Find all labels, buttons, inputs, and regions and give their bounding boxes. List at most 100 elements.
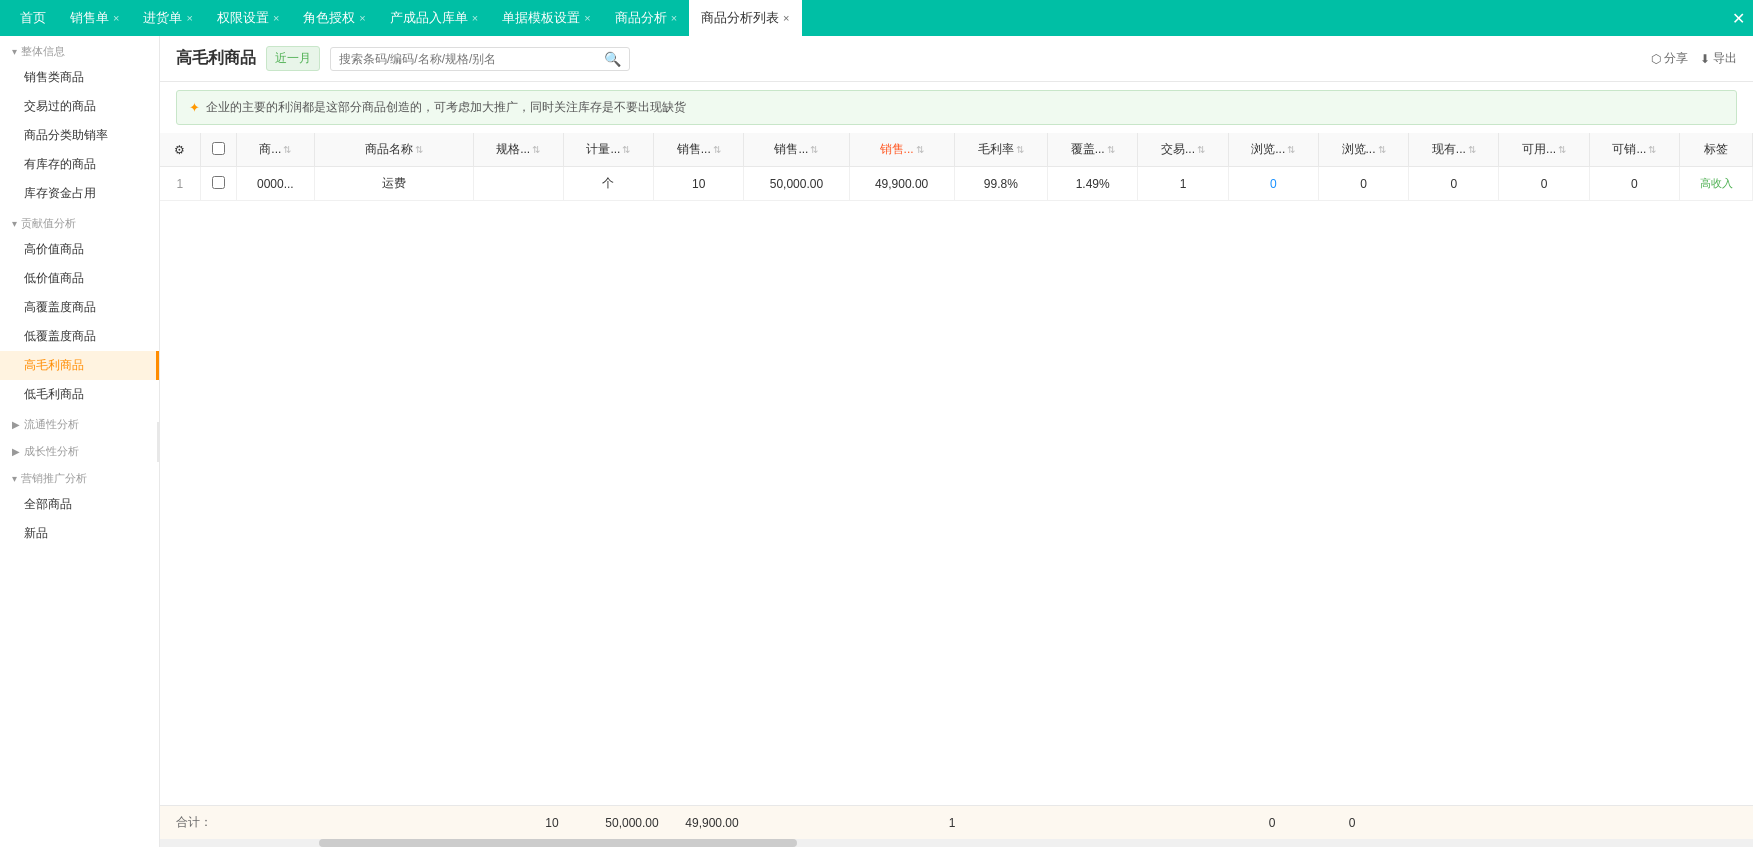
content-area: 高毛利商品 近一月 🔍 ⬡ 分享 ⬇ 导出 ✦ 企业的主要的利润都是这部分商品创… xyxy=(160,36,1753,847)
footer-sales-count: 10 xyxy=(512,816,592,830)
sidebar-toggle[interactable]: ◀ xyxy=(157,422,160,462)
cell-name: 运费 xyxy=(315,167,473,201)
col-available-stock[interactable]: 可用...⇅ xyxy=(1499,133,1589,167)
col-sales-count[interactable]: 销售...⇅ xyxy=(654,133,744,167)
sidebar-item-in-stock[interactable]: 有库存的商品 xyxy=(0,150,159,179)
content-header: 高毛利商品 近一月 🔍 ⬡ 分享 ⬇ 导出 xyxy=(160,36,1753,82)
scrollbar-thumb[interactable] xyxy=(319,839,797,847)
sidebar-item-new-goods[interactable]: 新品 xyxy=(0,519,159,548)
sidebar-item-traded-goods[interactable]: 交易过的商品 xyxy=(0,92,159,121)
col-gross-margin[interactable]: 毛利率⇅ xyxy=(954,133,1047,167)
sidebar-item-high-value[interactable]: 高价值商品 xyxy=(0,235,159,264)
sidebar-group-contribution[interactable]: ▾ 贡献值分析 xyxy=(0,208,159,235)
col-browse2[interactable]: 浏览...⇅ xyxy=(1318,133,1408,167)
sidebar-group-marketing[interactable]: ▾ 营销推广分析 xyxy=(0,463,159,490)
sidebar-item-low-value[interactable]: 低价值商品 xyxy=(0,264,159,293)
close-all-icon: ✕ xyxy=(1732,9,1745,28)
sidebar-group-growth[interactable]: ▶ 成长性分析 xyxy=(0,436,159,463)
search-input[interactable] xyxy=(339,52,604,66)
cell-transaction: 1 xyxy=(1138,167,1228,201)
filter-recent-month-button[interactable]: 近一月 xyxy=(266,46,320,71)
col-browse1[interactable]: 浏览...⇅ xyxy=(1228,133,1318,167)
sort-icon-browse1: ⇅ xyxy=(1287,144,1295,155)
info-icon: ✦ xyxy=(189,100,200,115)
nav-home[interactable]: 首页 xyxy=(8,0,58,36)
nav-product-analysis-list[interactable]: 商品分析列表 × xyxy=(689,0,801,36)
data-table: ⚙ 商...⇅ 商品名称⇅ 规格...⇅ xyxy=(160,133,1753,201)
col-saleable-stock[interactable]: 可销...⇅ xyxy=(1589,133,1679,167)
sidebar-group-liquidity[interactable]: ▶ 流通性分析 xyxy=(0,409,159,436)
close-all-button[interactable]: ✕ xyxy=(1732,9,1745,28)
export-button[interactable]: ⬇ 导出 xyxy=(1700,50,1737,67)
browse1-link[interactable]: 0 xyxy=(1270,177,1277,191)
col-checkbox xyxy=(200,133,236,167)
table-footer: 合计： 10 50,000.00 49,900.00 1 0 0 xyxy=(160,805,1753,839)
table-body: 1 0000... 运费 个 10 50,000.00 49,900.00 99… xyxy=(160,167,1753,201)
nav-sales[interactable]: 销售单 × xyxy=(58,0,131,36)
nav-sales-close[interactable]: × xyxy=(113,12,119,24)
sidebar-item-stock-capital[interactable]: 库存资金占用 xyxy=(0,179,159,208)
nav-product-analysis-close[interactable]: × xyxy=(671,12,677,24)
sort-icon-sales-profit: ⇅ xyxy=(916,144,924,155)
page-title: 高毛利商品 xyxy=(176,48,256,69)
cell-sales-count: 10 xyxy=(654,167,744,201)
sort-icon-code: ⇅ xyxy=(283,144,291,155)
nav-template[interactable]: 单据模板设置 × xyxy=(490,0,602,36)
nav-product-analysis-list-close[interactable]: × xyxy=(783,12,789,24)
settings-icon[interactable]: ⚙ xyxy=(174,143,185,157)
sidebar-item-high-coverage[interactable]: 高覆盖度商品 xyxy=(0,293,159,322)
nav-product-analysis[interactable]: 商品分析 × xyxy=(603,0,689,36)
sort-icon-spec: ⇅ xyxy=(532,144,540,155)
sort-icon-current-stock: ⇅ xyxy=(1468,144,1476,155)
cell-coverage: 1.49% xyxy=(1048,167,1138,201)
sidebar-item-low-margin[interactable]: 低毛利商品 xyxy=(0,380,159,409)
cell-sales-amount: 50,000.00 xyxy=(744,167,849,201)
sidebar-item-category-rate[interactable]: 商品分类助销率 xyxy=(0,121,159,150)
nav-permissions-close[interactable]: × xyxy=(273,12,279,24)
nav-roles-close[interactable]: × xyxy=(359,12,365,24)
search-icon[interactable]: 🔍 xyxy=(604,51,621,67)
col-coverage[interactable]: 覆盖...⇅ xyxy=(1048,133,1138,167)
nav-roles[interactable]: 角色授权 × xyxy=(291,0,377,36)
col-code[interactable]: 商...⇅ xyxy=(236,133,315,167)
nav-purchase[interactable]: 进货单 × xyxy=(131,0,204,36)
row-checkbox[interactable] xyxy=(212,176,225,189)
footer-cell-spacer xyxy=(232,816,512,830)
sidebar-item-sales-goods[interactable]: 销售类商品 xyxy=(0,63,159,92)
group-arrow-marketing: ▾ xyxy=(12,473,17,484)
share-button[interactable]: ⬡ 分享 xyxy=(1651,50,1688,67)
sidebar: ◀ ▾ 整体信息 销售类商品 交易过的商品 商品分类助销率 有库存的商品 库存资… xyxy=(0,36,160,847)
group-arrow-liquidity: ▶ xyxy=(12,419,20,430)
group-arrow-overall: ▾ xyxy=(12,46,17,57)
cell-checkbox xyxy=(200,167,236,201)
nav-template-close[interactable]: × xyxy=(584,12,590,24)
cell-saleable-stock: 0 xyxy=(1589,167,1679,201)
sidebar-item-all-goods[interactable]: 全部商品 xyxy=(0,490,159,519)
nav-purchase-close[interactable]: × xyxy=(186,12,192,24)
nav-finished-goods[interactable]: 产成品入库单 × xyxy=(378,0,490,36)
horizontal-scrollbar[interactable] xyxy=(160,839,1753,847)
col-settings: ⚙ xyxy=(160,133,200,167)
col-transaction[interactable]: 交易...⇅ xyxy=(1138,133,1228,167)
col-sales-profit[interactable]: 销售...⇅ xyxy=(849,133,954,167)
footer-browse2-spacer xyxy=(1072,816,1152,830)
col-unit[interactable]: 计量...⇅ xyxy=(563,133,653,167)
col-name[interactable]: 商品名称⇅ xyxy=(315,133,473,167)
sidebar-item-low-coverage[interactable]: 低覆盖度商品 xyxy=(0,322,159,351)
nav-finished-goods-close[interactable]: × xyxy=(472,12,478,24)
sidebar-item-high-margin[interactable]: 高毛利商品 xyxy=(0,351,159,380)
footer-saleable-stock: 0 xyxy=(1312,816,1392,830)
select-all-checkbox[interactable] xyxy=(212,142,225,155)
sort-icon-name: ⇅ xyxy=(415,144,423,155)
cell-spec xyxy=(473,167,563,201)
col-current-stock[interactable]: 现有...⇅ xyxy=(1409,133,1499,167)
search-box: 🔍 xyxy=(330,47,630,71)
col-spec[interactable]: 规格...⇅ xyxy=(473,133,563,167)
footer-cells: 10 50,000.00 49,900.00 1 0 0 xyxy=(232,816,1737,830)
sort-icon-sales-amount: ⇅ xyxy=(810,144,818,155)
sidebar-group-overall[interactable]: ▾ 整体信息 xyxy=(0,36,159,63)
sort-icon-gross-margin: ⇅ xyxy=(1016,144,1024,155)
cell-gross-margin: 99.8% xyxy=(954,167,1047,201)
col-sales-amount[interactable]: 销售...⇅ xyxy=(744,133,849,167)
nav-permissions[interactable]: 权限设置 × xyxy=(205,0,291,36)
